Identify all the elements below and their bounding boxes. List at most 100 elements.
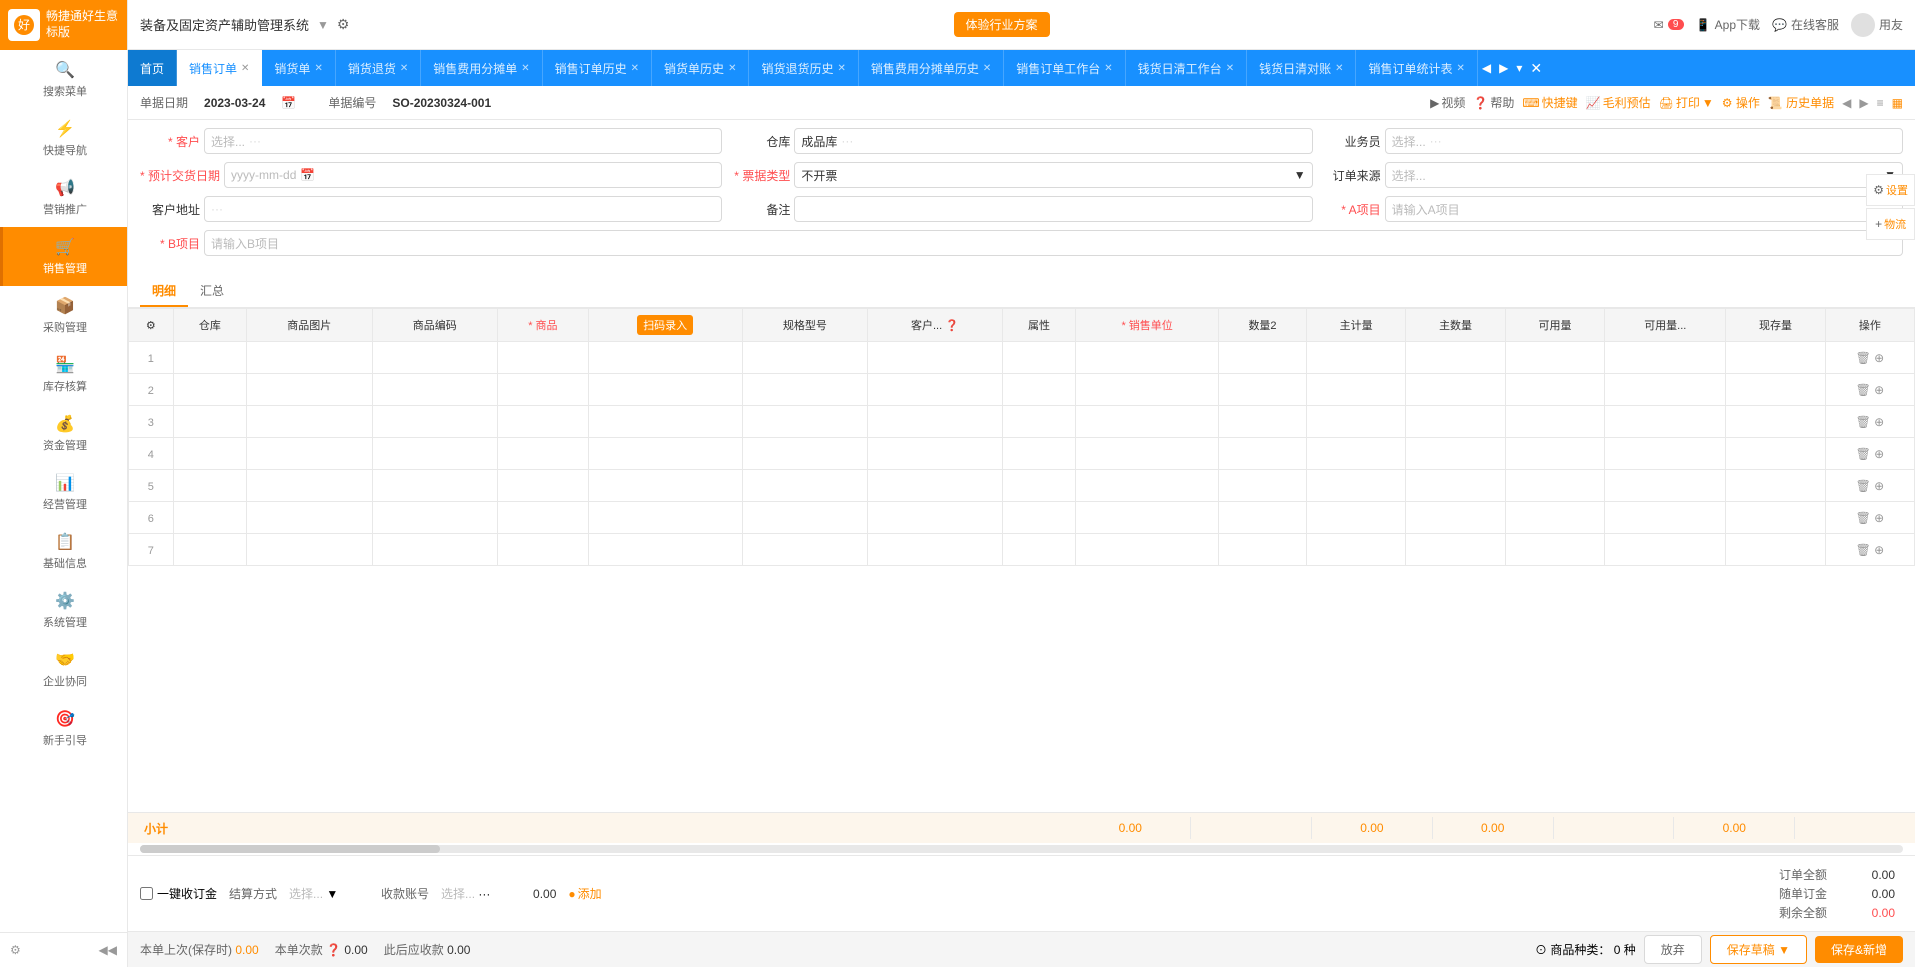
cell-unit[interactable] [1076, 502, 1219, 534]
cell-attr[interactable] [1002, 406, 1075, 438]
cell-spec[interactable] [742, 406, 867, 438]
cell-unit[interactable] [1076, 438, 1219, 470]
row-copy-icon[interactable]: ⊕ [1874, 351, 1884, 365]
cell-product[interactable] [497, 406, 588, 438]
order-source-select[interactable]: 选择... ▼ [1385, 162, 1903, 188]
cell-warehouse[interactable] [173, 374, 246, 406]
cell-warehouse[interactable] [173, 470, 246, 502]
cell-code[interactable] [372, 438, 497, 470]
tab-cash-reconcile[interactable]: 钱货日清对账 ✕ [1247, 50, 1356, 86]
list-view-icon[interactable]: ≡ [1877, 96, 1884, 110]
sidebar-item-marketing[interactable]: 📢 营销推广 [0, 168, 127, 227]
th-available2[interactable]: 可用量... [1605, 309, 1726, 342]
cell-qty2[interactable] [1219, 342, 1307, 374]
cell-customer-code[interactable] [868, 342, 1003, 374]
cell-qty2[interactable] [1219, 406, 1307, 438]
history-button[interactable]: 📜 历史单据 [1768, 94, 1834, 111]
b-project-input[interactable]: 请输入B项目 [204, 230, 1903, 256]
help-button[interactable]: ❓ 帮助 [1473, 94, 1514, 111]
row-copy-icon[interactable]: ⊕ [1874, 543, 1884, 557]
tab-sales-bill[interactable]: 销货单 ✕ [262, 50, 335, 86]
sidebar-item-basic[interactable]: 📋 基础信息 [0, 522, 127, 581]
settings-panel-btn[interactable]: ⚙ 设置 [1866, 174, 1915, 206]
quick-collect-check[interactable] [140, 887, 153, 900]
cell-main-qty[interactable] [1406, 470, 1505, 502]
row-delete-icon[interactable]: 🗑 [1856, 415, 1871, 429]
tab-sales-workbench[interactable]: 销售订单工作台 ✕ [1004, 50, 1125, 86]
nav-next-icon[interactable]: ▶ [1859, 96, 1868, 110]
row-copy-icon[interactable]: ⊕ [1874, 415, 1884, 429]
cell-warehouse[interactable] [173, 406, 246, 438]
operations-button[interactable]: ⚙ 操作 [1722, 94, 1760, 111]
cell-attr[interactable] [1002, 342, 1075, 374]
close-icon-7[interactable]: ✕ [837, 63, 845, 74]
cell-main-qty[interactable] [1406, 342, 1505, 374]
scrollbar-thumb[interactable] [140, 845, 440, 853]
row-delete-icon[interactable]: 🗑 [1856, 479, 1871, 493]
th-main-qty[interactable]: 主数量 [1406, 309, 1505, 342]
discard-button[interactable]: 放弃 [1644, 935, 1702, 964]
th-scan[interactable]: 扫码录入 [588, 309, 742, 342]
close-icon-6[interactable]: ✕ [728, 63, 736, 74]
close-icon-10[interactable]: ✕ [1226, 63, 1234, 74]
profit-button[interactable]: 📈 毛利预估 [1586, 94, 1651, 111]
user-avatar[interactable]: 用友 [1851, 13, 1903, 37]
cell-code[interactable] [372, 502, 497, 534]
th-warehouse[interactable]: 仓库 [173, 309, 246, 342]
sidebar-settings-icon[interactable]: ⚙ [10, 943, 21, 957]
sidebar-item-purchase[interactable]: 📦 采购管理 [0, 286, 127, 345]
cell-unit[interactable] [1076, 374, 1219, 406]
cell-customer-code[interactable] [868, 374, 1003, 406]
cell-main-qty[interactable] [1406, 534, 1505, 566]
save-draft-button[interactable]: 保存草稿 ▼ [1710, 935, 1807, 964]
tab-sales-return[interactable]: 销货退货 ✕ [336, 50, 421, 86]
nav-prev-icon[interactable]: ◀ [1842, 96, 1851, 110]
row-delete-icon[interactable]: 🗑 [1856, 383, 1871, 397]
warehouse-input[interactable]: 成品库 ··· [794, 128, 1312, 154]
customer-address-input[interactable]: ··· [204, 196, 722, 222]
grid-view-icon[interactable]: ▦ [1892, 96, 1903, 110]
scan-btn[interactable]: 扫码录入 [637, 315, 693, 335]
print-button[interactable]: 🖨 打印 ▼ [1659, 94, 1714, 111]
cell-attr[interactable] [1002, 374, 1075, 406]
tab-sales-order-history[interactable]: 销售订单历史 ✕ [543, 50, 652, 86]
salesperson-input[interactable]: 选择... ··· [1385, 128, 1903, 154]
cell-spec[interactable] [742, 502, 867, 534]
tab-sales-return-close-icon[interactable]: ✕ [400, 63, 408, 74]
sidebar-item-system[interactable]: ⚙️ 系统管理 [0, 581, 127, 640]
row-delete-icon[interactable]: 🗑 [1856, 447, 1871, 461]
tab-sales-bill-history[interactable]: 销货单历史 ✕ [652, 50, 749, 86]
video-button[interactable]: ▶ 视频 [1430, 94, 1465, 111]
settings-icon[interactable]: ⚙ [337, 16, 350, 33]
sidebar-item-enterprise[interactable]: 🤝 企业协同 [0, 640, 127, 699]
th-settings[interactable]: ⚙ [129, 309, 174, 342]
logistics-panel-btn[interactable]: + 物流 [1866, 208, 1915, 240]
cell-spec[interactable] [742, 342, 867, 374]
cell-spec[interactable] [742, 534, 867, 566]
th-customer-code[interactable]: 客户... ❓ [868, 309, 1003, 342]
chevron-down-icon[interactable]: ▼ [317, 18, 329, 32]
sidebar-collapse-icon[interactable]: ◀◀ [99, 943, 117, 957]
sidebar-item-search[interactable]: 🔍 搜索菜单 [0, 50, 127, 109]
cell-unit[interactable] [1076, 534, 1219, 566]
th-current[interactable]: 现存量 [1726, 309, 1825, 342]
cell-warehouse[interactable] [173, 534, 246, 566]
cell-attr[interactable] [1002, 502, 1075, 534]
th-code[interactable]: 商品编码 [372, 309, 497, 342]
cell-customer-code[interactable] [868, 534, 1003, 566]
cell-spec[interactable] [742, 438, 867, 470]
close-icon-12[interactable]: ✕ [1457, 63, 1465, 74]
app-download-button[interactable]: 📱 App下载 [1696, 16, 1760, 33]
account-select[interactable]: 选择... ··· [441, 885, 521, 902]
save-new-button[interactable]: 保存&新增 [1815, 936, 1903, 963]
cell-customer-code[interactable] [868, 470, 1003, 502]
cell-product[interactable] [497, 502, 588, 534]
cell-product[interactable] [497, 342, 588, 374]
close-icon-11[interactable]: ✕ [1335, 63, 1343, 74]
tab-sales-bill-close-icon[interactable]: ✕ [314, 63, 322, 74]
cell-warehouse[interactable] [173, 342, 246, 374]
tab-nav-list[interactable]: ▾ [1512, 61, 1526, 75]
cell-main-qty[interactable] [1406, 374, 1505, 406]
cell-code[interactable] [372, 470, 497, 502]
cell-main-qty[interactable] [1406, 502, 1505, 534]
